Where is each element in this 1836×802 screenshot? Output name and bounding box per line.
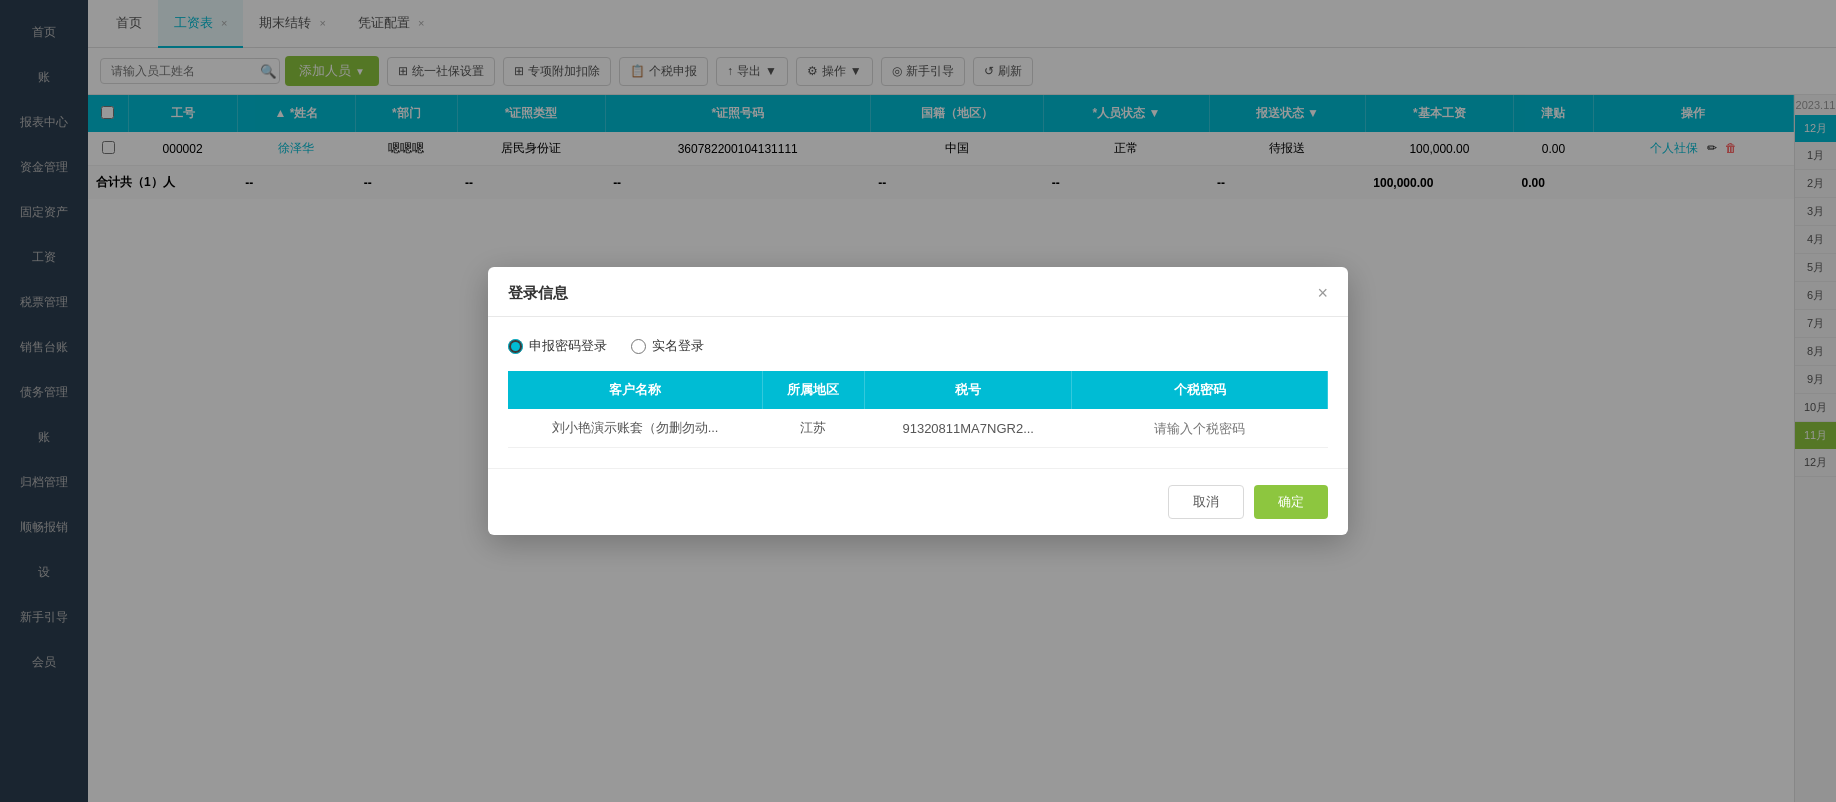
- confirm-button[interactable]: 确定: [1254, 485, 1328, 519]
- tax-password-input[interactable]: [1084, 421, 1316, 436]
- dialog-col-name: 客户名称: [508, 371, 762, 409]
- dialog-cell-taxid: 91320811MA7NGR2...: [865, 409, 1072, 448]
- dialog-cell-name: 刘小艳演示账套（勿删勿动...: [508, 409, 762, 448]
- dialog-footer: 取消 确定: [488, 468, 1348, 535]
- cancel-button[interactable]: 取消: [1168, 485, 1244, 519]
- modal-overlay: 登录信息 × 申报密码登录 实名登录 客户名称 所属地区: [0, 0, 1836, 802]
- dialog-header: 登录信息 ×: [488, 267, 1348, 317]
- dialog-col-password: 个税密码: [1072, 371, 1328, 409]
- dialog-table-row: 刘小艳演示账套（勿删勿动... 江苏 91320811MA7NGR2...: [508, 409, 1328, 448]
- radio-password-input[interactable]: [508, 339, 523, 354]
- dialog-title: 登录信息: [508, 284, 568, 303]
- dialog-col-region: 所属地区: [762, 371, 865, 409]
- dialog-cell-password: [1072, 409, 1328, 448]
- dialog-table: 客户名称 所属地区 税号 个税密码 刘小艳演示账套（勿删勿动... 江苏 913…: [508, 371, 1328, 448]
- dialog-body: 申报密码登录 实名登录 客户名称 所属地区 税号 个税密码: [488, 317, 1348, 468]
- radio-realname-input[interactable]: [631, 339, 646, 354]
- radio-group: 申报密码登录 实名登录: [508, 337, 1328, 355]
- dialog-cell-region: 江苏: [762, 409, 865, 448]
- dialog-col-taxid: 税号: [865, 371, 1072, 409]
- login-dialog: 登录信息 × 申报密码登录 实名登录 客户名称 所属地区: [488, 267, 1348, 535]
- radio-password-login[interactable]: 申报密码登录: [508, 337, 607, 355]
- dialog-close-button[interactable]: ×: [1317, 283, 1328, 304]
- radio-realname-login[interactable]: 实名登录: [631, 337, 704, 355]
